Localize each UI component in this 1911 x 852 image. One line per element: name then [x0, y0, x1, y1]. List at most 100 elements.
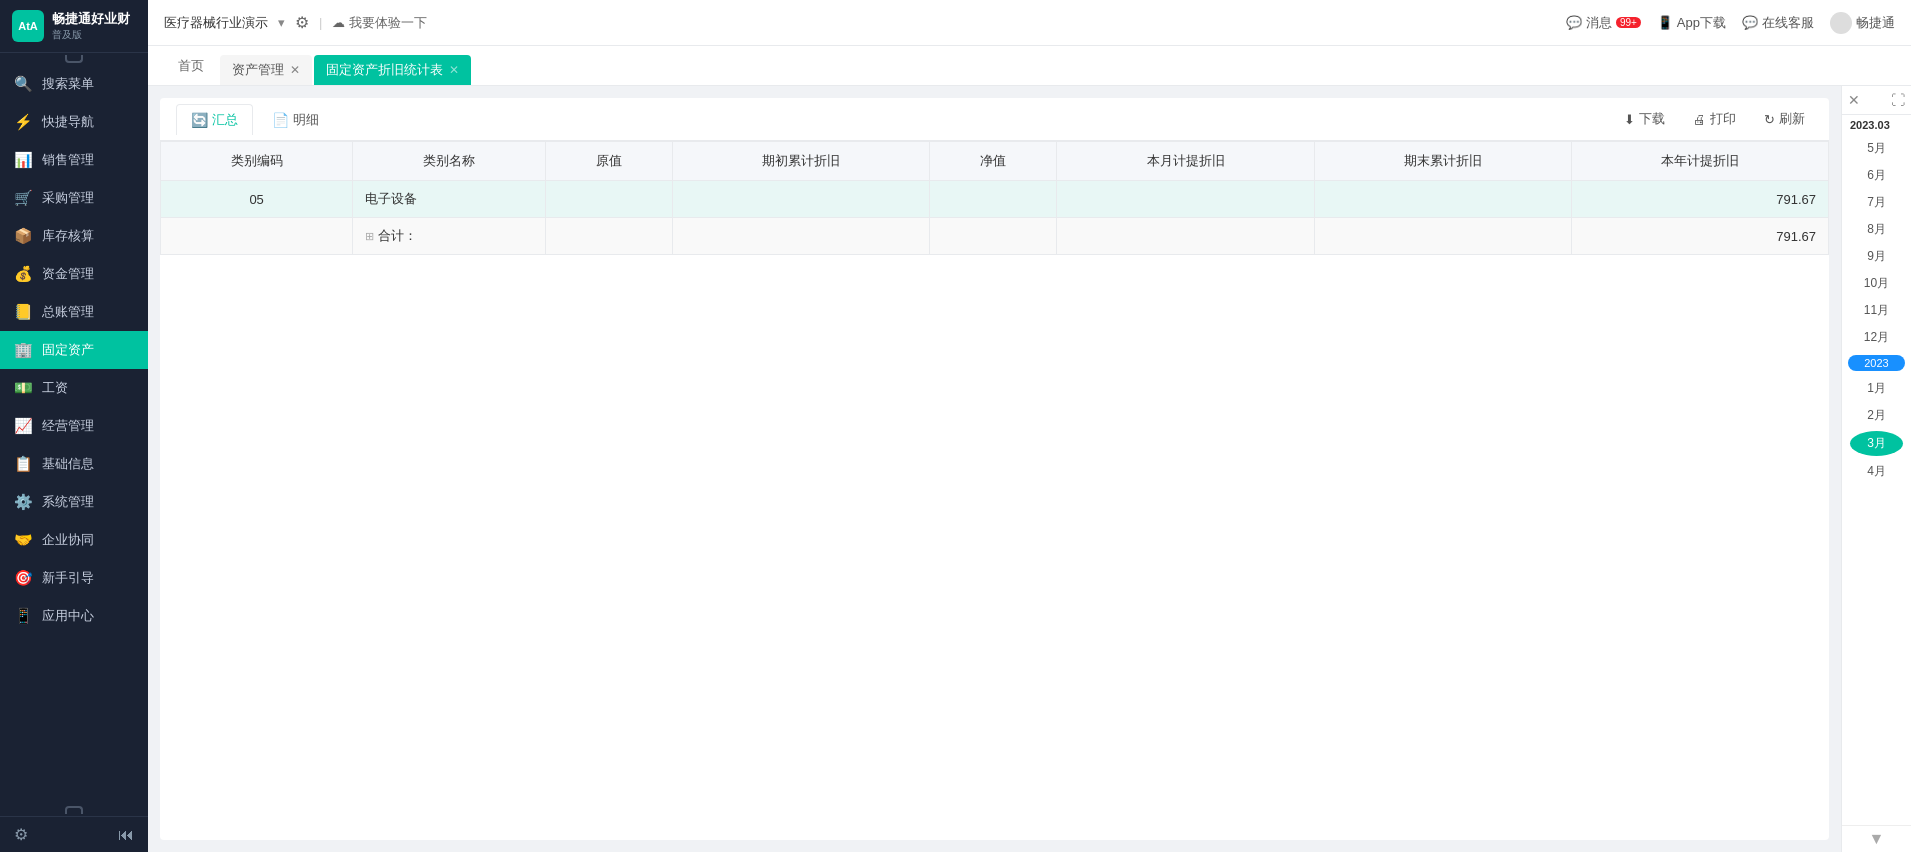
sidebar-scroll-down[interactable] [65, 806, 83, 814]
sidebar-item-operations[interactable]: 📈 经营管理 [0, 407, 148, 445]
summary-month-dep [1057, 218, 1314, 255]
sub-tab-detail[interactable]: 📄 明细 [257, 104, 334, 135]
month-4[interactable]: 4月 [1842, 458, 1911, 485]
depreciation-table: 类别编码 类别名称 原值 期初累计折旧 净值 本月计提折旧 期末累计折旧 本年计… [160, 141, 1829, 255]
sidebar-item-basics[interactable]: 📋 基础信息 [0, 445, 148, 483]
app-download-button[interactable]: 📱 App下载 [1657, 14, 1726, 32]
year-2023-label[interactable]: 2023 [1848, 355, 1905, 371]
summary-label-cell: ⊞ 合计： [353, 218, 545, 255]
month-6[interactable]: 6月 [1842, 162, 1911, 189]
month-5[interactable]: 5月 [1842, 135, 1911, 162]
tab-home[interactable]: 首页 [164, 49, 218, 85]
refresh-button[interactable]: ↻ 刷新 [1756, 106, 1813, 132]
sidebar-label-system: 系统管理 [42, 493, 94, 511]
sidebar-item-search[interactable]: 🔍 搜索菜单 [0, 65, 148, 103]
month-2[interactable]: 2月 [1842, 402, 1911, 429]
month-11[interactable]: 11月 [1842, 297, 1911, 324]
month-8[interactable]: 8月 [1842, 216, 1911, 243]
sidebar-item-payroll[interactable]: 💵 工资 [0, 369, 148, 407]
summary-end-dep [1314, 218, 1571, 255]
tab-depreciation[interactable]: 固定资产折旧统计表 ✕ [314, 55, 471, 85]
ledger-icon: 📒 [14, 303, 32, 321]
print-icon: 🖨 [1693, 112, 1706, 127]
download-icon: 📱 [1657, 15, 1673, 30]
sidebar-label-operations: 经营管理 [42, 417, 94, 435]
sidebar-label-inventory: 库存核算 [42, 227, 94, 245]
download-button[interactable]: ⬇ 下载 [1616, 106, 1673, 132]
month-12[interactable]: 12月 [1842, 324, 1911, 351]
app-logo: AtA 畅捷通好业财 普及版 [0, 0, 148, 53]
search-icon: 🔍 [14, 75, 32, 93]
sidebar-label-purchase: 采购管理 [42, 189, 94, 207]
sidebar-item-funds[interactable]: 💰 资金管理 [0, 255, 148, 293]
online-service-button[interactable]: 💬 在线客服 [1742, 14, 1814, 32]
cell-year-dep: 791.67 [1571, 181, 1828, 218]
tab-close-asset-mgmt[interactable]: ✕ [290, 63, 300, 77]
app-name: 畅捷通好业财 [52, 10, 130, 28]
payroll-icon: 💵 [14, 379, 32, 397]
avatar-icon [1830, 12, 1852, 34]
sidebar-item-inventory[interactable]: 📦 库存核算 [0, 217, 148, 255]
table-row: 05 电子设备 791.67 [161, 181, 1829, 218]
sidebar-item-enterprise[interactable]: 🤝 企业协同 [0, 521, 148, 559]
message-badge: 99+ [1616, 17, 1641, 28]
tabbar: 首页 资产管理 ✕ 固定资产折旧统计表 ✕ [148, 46, 1911, 86]
right-panel-close-button[interactable]: ✕ [1848, 92, 1860, 108]
detail-icon: 📄 [272, 112, 289, 128]
col-header-year-dep: 本年计提折旧 [1571, 142, 1828, 181]
funds-icon: 💰 [14, 265, 32, 283]
month-7[interactable]: 7月 [1842, 189, 1911, 216]
col-header-original: 原值 [545, 142, 672, 181]
page-area: 🔄 汇总 📄 明细 ⬇ 下载 🖨 打印 [160, 98, 1829, 840]
sidebar-item-purchase[interactable]: 🛒 采购管理 [0, 179, 148, 217]
cell-original [545, 181, 672, 218]
company-dropdown-icon[interactable]: ▾ [278, 15, 285, 30]
year-month-label: 2023.03 [1842, 115, 1911, 135]
sub-tab-summary[interactable]: 🔄 汇总 [176, 104, 253, 135]
sidebar-item-fixed-assets[interactable]: 🏢 固定资产 [0, 331, 148, 369]
sidebar-label-search: 搜索菜单 [42, 75, 94, 93]
tab-close-depreciation[interactable]: ✕ [449, 63, 459, 77]
month-3-active[interactable]: 3月 [1850, 431, 1903, 456]
settings-icon[interactable]: ⚙ [14, 825, 28, 844]
summary-begin-dep [672, 218, 929, 255]
system-icon: ⚙️ [14, 493, 32, 511]
month-1[interactable]: 1月 [1842, 375, 1911, 402]
sidebar-label-quick-nav: 快捷导航 [42, 113, 94, 131]
sidebar-scroll-up[interactable] [65, 55, 83, 63]
topbar-settings-icon[interactable]: ⚙ [295, 13, 309, 32]
message-button[interactable]: 💬 消息 99+ [1566, 14, 1641, 32]
user-button[interactable]: 畅捷通 [1830, 12, 1895, 34]
month-9[interactable]: 9月 [1842, 243, 1911, 270]
sidebar-item-ledger[interactable]: 📒 总账管理 [0, 293, 148, 331]
operations-icon: 📈 [14, 417, 32, 435]
enterprise-icon: 🤝 [14, 531, 32, 549]
sidebar-label-fixed-assets: 固定资产 [42, 341, 94, 359]
right-panel: ✕ ⛶ 2023.03 5月 6月 7月 8月 9月 10月 11月 12月 2… [1841, 86, 1911, 852]
table-container: 类别编码 类别名称 原值 期初累计折旧 净值 本月计提折旧 期末累计折旧 本年计… [160, 141, 1829, 840]
inventory-icon: 📦 [14, 227, 32, 245]
sidebar-item-sales[interactable]: 📊 销售管理 [0, 141, 148, 179]
sidebar-nav: 🔍 搜索菜单 ⚡ 快捷导航 📊 销售管理 🛒 采购管理 📦 库存核算 💰 资金管… [0, 65, 148, 804]
sidebar-item-quick-nav[interactable]: ⚡ 快捷导航 [0, 103, 148, 141]
sidebar-item-system[interactable]: ⚙️ 系统管理 [0, 483, 148, 521]
collapse-icon[interactable]: ⏮ [118, 826, 134, 844]
summary-net [930, 218, 1057, 255]
feedback-icon: ☁ [332, 15, 345, 30]
panel-nav-down[interactable]: ▼ [1869, 830, 1885, 848]
topbar-right: 💬 消息 99+ 📱 App下载 💬 在线客服 畅捷通 [1566, 12, 1895, 34]
topbar: 医疗器械行业演示 ▾ ⚙ | ☁ 我要体验一下 💬 消息 99+ 📱 App下载… [148, 0, 1911, 46]
sidebar-item-app-center[interactable]: 📱 应用中心 [0, 597, 148, 635]
sidebar-label-enterprise: 企业协同 [42, 531, 94, 549]
feedback-button[interactable]: ☁ 我要体验一下 [332, 14, 427, 32]
sidebar-label-funds: 资金管理 [42, 265, 94, 283]
sidebar-item-guide[interactable]: 🎯 新手引导 [0, 559, 148, 597]
col-header-name: 类别名称 [353, 142, 545, 181]
col-header-end-dep: 期末累计折旧 [1314, 142, 1571, 181]
month-10[interactable]: 10月 [1842, 270, 1911, 297]
print-button[interactable]: 🖨 打印 [1685, 106, 1744, 132]
tab-asset-mgmt[interactable]: 资产管理 ✕ [220, 55, 312, 85]
summary-icon: 🔄 [191, 112, 208, 128]
app-version: 普及版 [52, 28, 130, 42]
right-panel-expand-button[interactable]: ⛶ [1891, 92, 1905, 108]
